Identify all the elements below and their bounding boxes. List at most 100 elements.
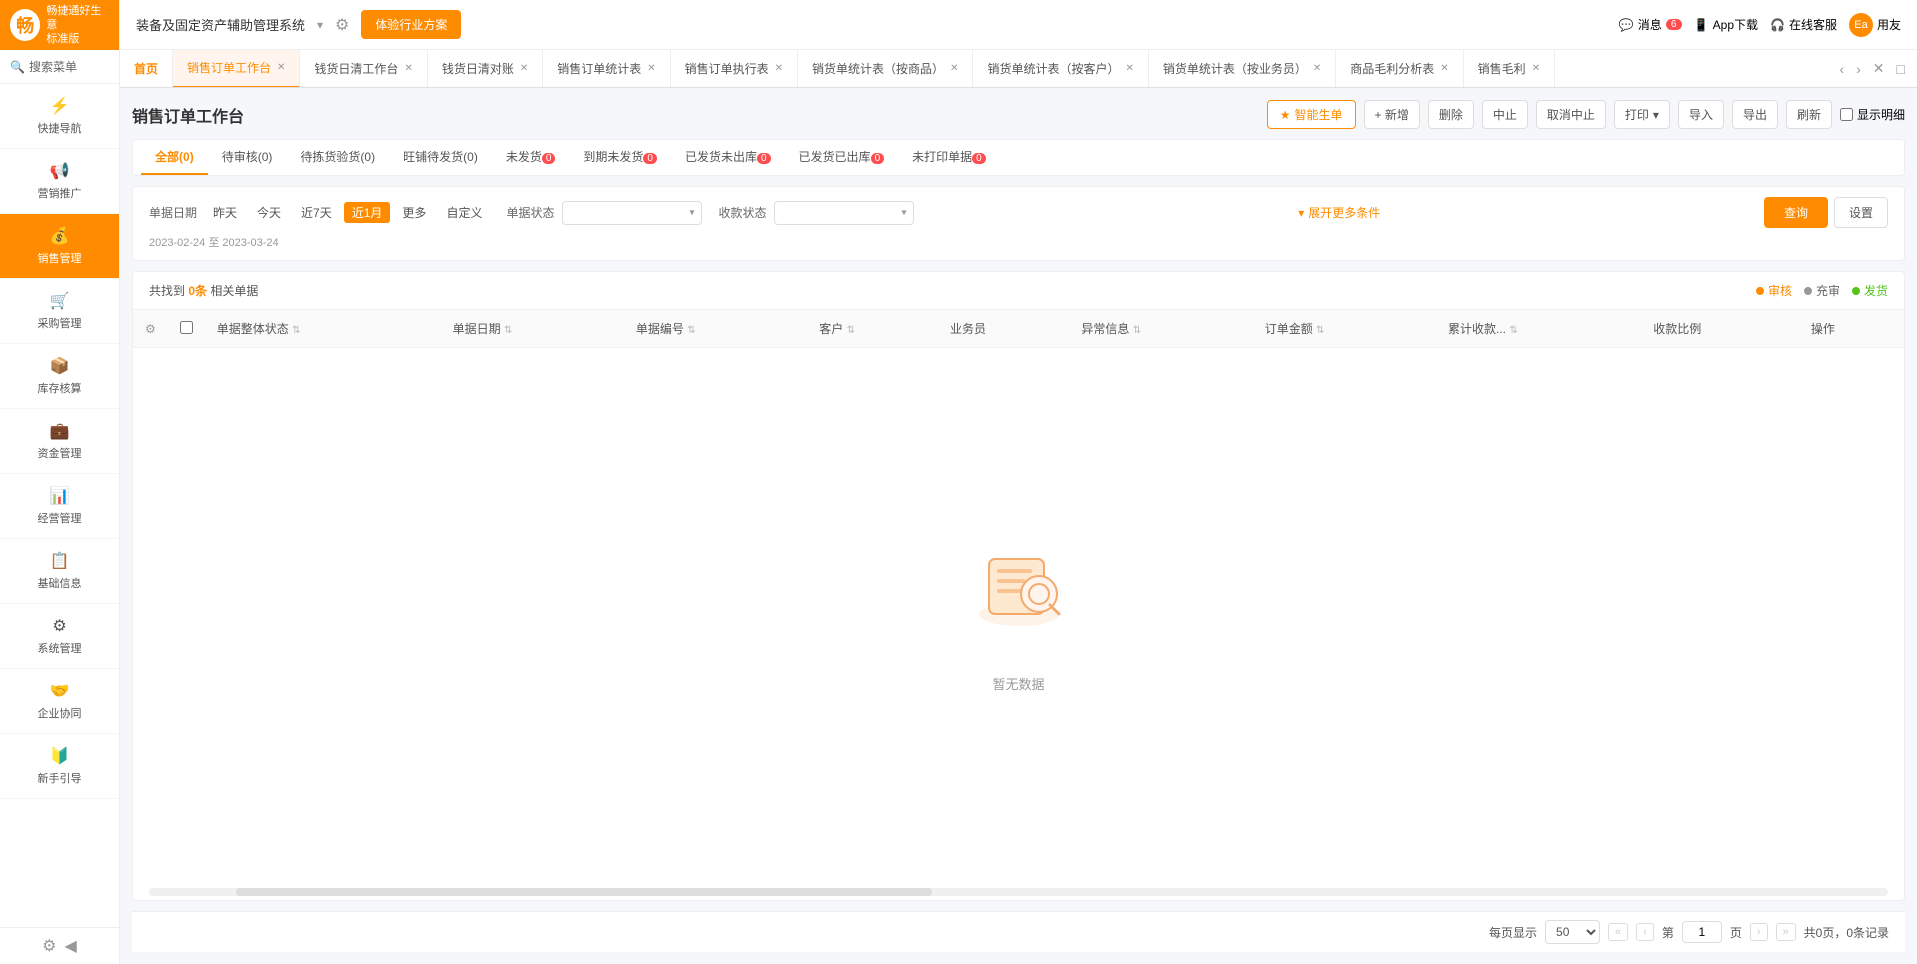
- deliver-button[interactable]: 发货: [1852, 282, 1888, 299]
- subtab-pending-inspection[interactable]: 待拣货验货(0): [286, 140, 389, 175]
- tab-close-cash-daily[interactable]: ✕: [404, 63, 412, 74]
- sidebar-item-marketing[interactable]: 📢 营销推广: [0, 149, 119, 214]
- system-title-dropdown[interactable]: ▾: [317, 18, 323, 32]
- show-detail-checkbox[interactable]: [1840, 108, 1853, 121]
- tab-restore-button[interactable]: □: [1893, 59, 1909, 79]
- select-all-checkbox[interactable]: [180, 321, 193, 334]
- page-size-select[interactable]: 50 10 20 100: [1545, 920, 1600, 944]
- scrollbar-track[interactable]: [149, 888, 1888, 896]
- user-profile-button[interactable]: Ea 用友: [1849, 13, 1901, 37]
- query-button[interactable]: 查询: [1764, 197, 1828, 228]
- tab-close-summary-product[interactable]: ✕: [950, 63, 958, 74]
- status-select-wrap: [562, 201, 702, 225]
- sidebar-item-system[interactable]: ⚙ 系统管理: [0, 604, 119, 669]
- tab-sales-order-stats[interactable]: 销售订单统计表 ✕: [543, 50, 670, 88]
- sidebar-item-sales[interactable]: 💰 销售管理: [0, 214, 119, 279]
- online-service-button[interactable]: 🎧 在线客服: [1770, 16, 1837, 33]
- tab-close-summary-customer[interactable]: ✕: [1125, 63, 1133, 74]
- tab-close-sales-order-workbench[interactable]: ✕: [277, 62, 285, 73]
- import-button[interactable]: 导入: [1678, 100, 1724, 129]
- subtab-all[interactable]: 全部(0): [141, 140, 208, 175]
- stop-button[interactable]: 中止: [1482, 100, 1528, 129]
- date-btn-today[interactable]: 今天: [249, 202, 289, 223]
- tab-sales-order-workbench[interactable]: 销售订单工作台 ✕: [173, 50, 300, 88]
- subtab-overdue-not-shipped[interactable]: 到期未发货0: [569, 140, 671, 175]
- tab-cash-daily-workbench[interactable]: 钱货日清工作台 ✕: [300, 50, 427, 88]
- pagination-next-button[interactable]: ›: [1750, 923, 1768, 941]
- scrollbar-thumb[interactable]: [236, 888, 932, 896]
- tab-close-product-margin[interactable]: ✕: [1440, 63, 1448, 74]
- col-abnormal: 异常信息 ⇅: [1069, 310, 1252, 348]
- show-detail-label[interactable]: 显示明细: [1840, 106, 1905, 123]
- collection-select[interactable]: [774, 201, 914, 225]
- audit-button[interactable]: 审核: [1756, 282, 1792, 299]
- sort-abnormal-icon[interactable]: ⇅: [1133, 325, 1141, 336]
- sidebar-item-quick-nav[interactable]: ⚡ 快捷导航: [0, 84, 119, 149]
- subtab-pending-review[interactable]: 待审核(0): [208, 140, 287, 175]
- status-select[interactable]: [562, 201, 702, 225]
- date-btn-1month[interactable]: 近1月: [344, 202, 391, 223]
- headset-icon: 🎧: [1770, 18, 1785, 32]
- col-settings[interactable]: ⚙: [133, 310, 168, 348]
- print-button[interactable]: 打印 ▾: [1614, 100, 1670, 129]
- tab-sales-summary-staff[interactable]: 销货单统计表（按业务员） ✕: [1149, 50, 1336, 88]
- export-button[interactable]: 导出: [1732, 100, 1778, 129]
- tab-sales-profit[interactable]: 销售毛利 ✕: [1464, 50, 1555, 88]
- date-btn-7days[interactable]: 近7天: [293, 202, 340, 223]
- tab-sales-summary-product[interactable]: 销货单统计表（按商品） ✕: [798, 50, 973, 88]
- industry-solution-button[interactable]: 体验行业方案: [361, 10, 461, 39]
- tab-product-margin[interactable]: 商品毛利分析表 ✕: [1336, 50, 1463, 88]
- pagination-prev-button[interactable]: ‹: [1636, 923, 1654, 941]
- date-btn-custom[interactable]: 自定义: [438, 202, 490, 223]
- revoke-button[interactable]: 充审: [1804, 282, 1840, 299]
- tab-cash-reconciliation[interactable]: 钱货日清对账 ✕: [428, 50, 543, 88]
- cancel-stop-button[interactable]: 取消中止: [1536, 100, 1606, 129]
- sort-number-icon[interactable]: ⇅: [687, 325, 695, 336]
- filter-settings-button[interactable]: 设置: [1834, 197, 1888, 228]
- subtab-not-shipped[interactable]: 未发货0: [492, 140, 570, 175]
- tab-close-sales-stats[interactable]: ✕: [647, 63, 655, 74]
- tab-sales-summary-customer[interactable]: 销货单统计表（按客户） ✕: [973, 50, 1148, 88]
- sidebar-item-basic-info[interactable]: 📋 基础信息: [0, 539, 119, 604]
- pagination-first-button[interactable]: «: [1608, 923, 1628, 941]
- tab-next-button[interactable]: ›: [1852, 59, 1865, 79]
- message-button[interactable]: 💬 消息 6: [1619, 16, 1682, 33]
- tab-close-cash-recon[interactable]: ✕: [520, 63, 528, 74]
- sidebar-item-operations[interactable]: 📊 经营管理: [0, 474, 119, 539]
- collapse-icon[interactable]: ◀: [65, 936, 77, 956]
- sidebar-item-cooperation[interactable]: 🤝 企业协同: [0, 669, 119, 734]
- sort-status-icon[interactable]: ⇅: [292, 325, 300, 336]
- delete-button[interactable]: 删除: [1428, 100, 1474, 129]
- pagination-page-input[interactable]: [1682, 921, 1722, 943]
- date-btn-more[interactable]: 更多: [394, 202, 434, 223]
- refresh-button[interactable]: 刷新: [1786, 100, 1832, 129]
- pagination-last-button[interactable]: »: [1776, 923, 1796, 941]
- new-button[interactable]: + 新增: [1364, 100, 1420, 129]
- sidebar-item-inventory[interactable]: 📦 库存核算: [0, 344, 119, 409]
- settings-bottom-icon[interactable]: ⚙: [42, 936, 56, 956]
- tab-home[interactable]: 首页: [120, 50, 173, 88]
- tab-close-all-button[interactable]: ✕: [1869, 58, 1889, 79]
- subtab-shipped-out[interactable]: 已发货已出库0: [785, 140, 899, 175]
- sidebar-item-finance[interactable]: 💼 资金管理: [0, 409, 119, 474]
- tab-close-sales-exec[interactable]: ✕: [775, 63, 783, 74]
- date-btn-yesterday[interactable]: 昨天: [205, 202, 245, 223]
- topbar-settings-icon[interactable]: ⚙: [335, 15, 349, 35]
- sidebar-item-guide[interactable]: 🔰 新手引导: [0, 734, 119, 799]
- sort-date-icon[interactable]: ⇅: [504, 325, 512, 336]
- sort-collected-icon[interactable]: ⇅: [1509, 325, 1517, 336]
- sidebar-search[interactable]: 🔍 搜索菜单: [0, 50, 119, 84]
- tab-sales-order-execution[interactable]: 销售订单执行表 ✕: [671, 50, 798, 88]
- expand-more-button[interactable]: ▾ 展开更多条件: [1298, 204, 1380, 221]
- subtab-shipped-not-out[interactable]: 已发货未出库0: [671, 140, 785, 175]
- subtab-wangpu-pending[interactable]: 旺铺待发货(0): [389, 140, 492, 175]
- tab-prev-button[interactable]: ‹: [1835, 59, 1848, 79]
- sort-customer-icon[interactable]: ⇅: [847, 325, 855, 336]
- smart-order-button[interactable]: ★ 智能生单: [1267, 100, 1356, 129]
- tab-close-sales-profit[interactable]: ✕: [1532, 63, 1540, 74]
- sidebar-item-purchase[interactable]: 🛒 采购管理: [0, 279, 119, 344]
- subtab-not-printed[interactable]: 未打印单据0: [898, 140, 1000, 175]
- sort-amount-icon[interactable]: ⇅: [1316, 325, 1324, 336]
- app-download-button[interactable]: 📱 App下载: [1694, 16, 1758, 33]
- tab-close-summary-staff[interactable]: ✕: [1313, 63, 1321, 74]
